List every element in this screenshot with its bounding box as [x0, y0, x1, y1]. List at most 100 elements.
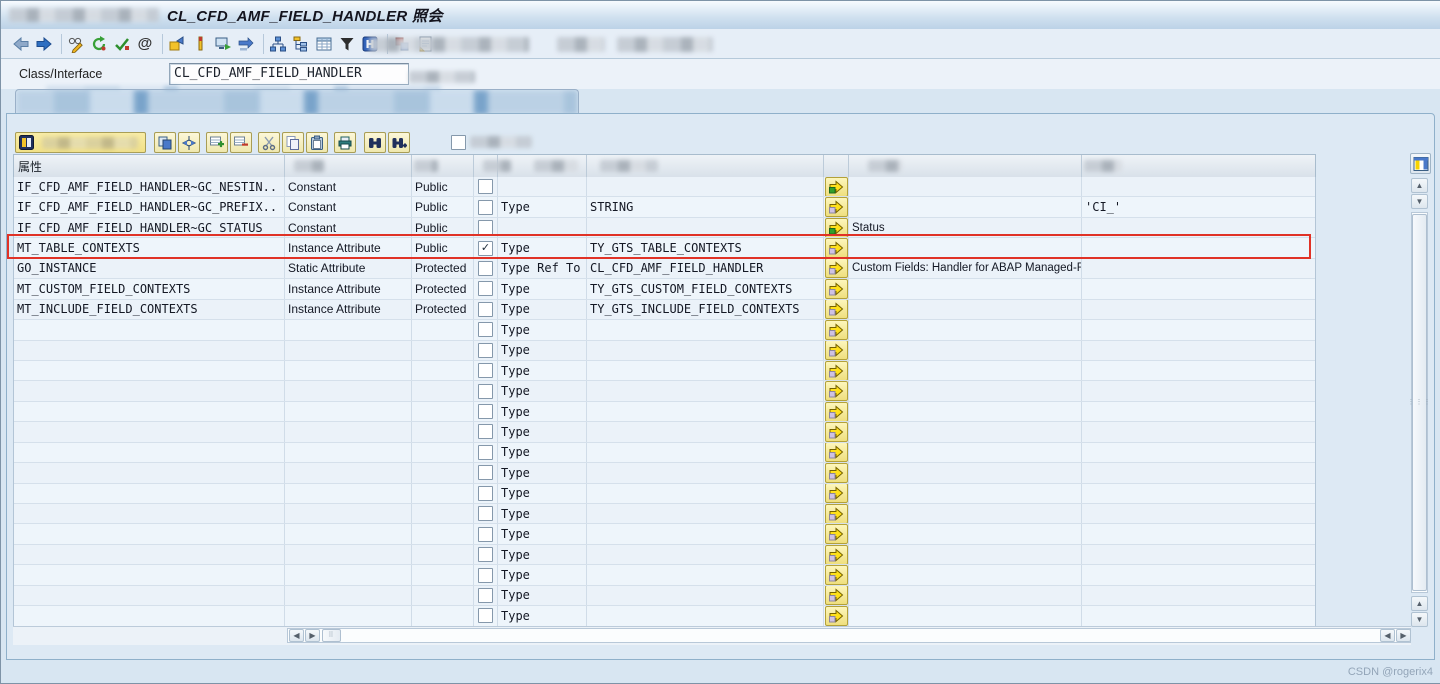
table-row[interactable]: Type: [14, 544, 1315, 566]
table-row[interactable]: Type: [14, 360, 1315, 382]
navigate-type-button[interactable]: [824, 483, 848, 503]
navigate-type-button[interactable]: [824, 606, 848, 626]
table-row[interactable]: IF_CFD_AMF_FIELD_HANDLER~GC_STATUS Const…: [14, 217, 1315, 239]
run-icon[interactable]: [213, 34, 233, 54]
check-icon[interactable]: [112, 34, 132, 54]
scroll-right-button[interactable]: ▶: [305, 629, 320, 642]
readonly-checkbox[interactable]: [478, 301, 493, 317]
scroll-down-button[interactable]: ▼: [1411, 194, 1428, 209]
readonly-checkbox[interactable]: [478, 260, 493, 276]
paste-button[interactable]: [306, 132, 328, 153]
navigate-type-button[interactable]: [824, 340, 848, 360]
navigate-type-button[interactable]: [824, 217, 848, 238]
table-row[interactable]: Type: [14, 320, 1315, 341]
navigate-type-button[interactable]: [824, 422, 848, 442]
find-button[interactable]: [364, 132, 386, 153]
scroll-up-button-bottom[interactable]: ▲: [1411, 596, 1428, 611]
readonly-checkbox[interactable]: [478, 404, 493, 420]
class-hierarchy-icon[interactable]: [268, 34, 288, 54]
navigate-type-button[interactable]: [824, 585, 848, 606]
navigate-type-button[interactable]: [824, 320, 848, 340]
inheritance-icon[interactable]: [291, 34, 311, 54]
column-header-attribute[interactable]: 属性: [14, 155, 285, 177]
table-row[interactable]: IF_CFD_AMF_FIELD_HANDLER~GC_NESTIN.. Con…: [14, 177, 1315, 198]
readonly-checkbox[interactable]: [478, 281, 493, 297]
navigate-type-button[interactable]: [824, 504, 848, 524]
table-row[interactable]: MT_INCLUDE_FIELD_CONTEXTS Instance Attri…: [14, 299, 1315, 321]
filter-checkbox[interactable]: [451, 135, 466, 150]
column-header-navigate[interactable]: [824, 155, 849, 177]
readonly-checkbox[interactable]: [478, 199, 493, 215]
navigate-icon[interactable]: [236, 34, 256, 54]
horizontal-scroll-thumb[interactable]: ⠿: [322, 629, 341, 642]
readonly-checkbox[interactable]: [478, 383, 493, 399]
table-row[interactable]: Type: [14, 565, 1315, 586]
navigate-type-button[interactable]: [824, 238, 848, 258]
scroll-left-button[interactable]: ◀: [289, 629, 304, 642]
scroll-right-button-right[interactable]: ▶: [1396, 629, 1411, 642]
tab-strip[interactable]: [15, 89, 579, 115]
table-row[interactable]: MT_CUSTOM_FIELD_CONTEXTS Instance Attrib…: [14, 279, 1315, 300]
readonly-checkbox[interactable]: [478, 444, 493, 460]
table-row[interactable]: Type: [14, 340, 1315, 361]
swap-button[interactable]: [178, 132, 200, 153]
scroll-up-button[interactable]: ▲: [1411, 178, 1428, 193]
scroll-down-button-bottom[interactable]: ▼: [1411, 612, 1428, 627]
scroll-left-button-right[interactable]: ◀: [1380, 629, 1395, 642]
table-row[interactable]: Type: [14, 401, 1315, 423]
vertical-scroll-thumb[interactable]: ⋮⋮⋮: [1408, 214, 1431, 591]
navigate-type-button[interactable]: [824, 299, 848, 320]
class-interface-input[interactable]: CL_CFD_AMF_FIELD_HANDLER: [169, 63, 409, 85]
readonly-checkbox[interactable]: [478, 485, 493, 501]
navigate-type-button[interactable]: [824, 197, 848, 217]
print-button[interactable]: [334, 132, 356, 153]
activate-icon[interactable]: @: [135, 34, 155, 54]
readonly-checkbox[interactable]: [478, 506, 493, 522]
navigate-type-button[interactable]: [824, 442, 848, 463]
readonly-checkbox[interactable]: [478, 322, 493, 338]
table-row[interactable]: Type: [14, 442, 1315, 464]
readonly-checkbox[interactable]: [478, 526, 493, 542]
table-row[interactable]: Type: [14, 585, 1315, 607]
navigate-type-button[interactable]: [824, 381, 848, 401]
delete-row-button[interactable]: [230, 132, 252, 153]
readonly-checkbox[interactable]: [478, 608, 493, 624]
find-next-button[interactable]: [388, 132, 410, 153]
horizontal-scroll-track[interactable]: [287, 628, 1411, 643]
table-row[interactable]: Type: [14, 483, 1315, 504]
readonly-checkbox[interactable]: [478, 424, 493, 440]
navigate-type-button[interactable]: [824, 279, 848, 299]
readonly-checkbox[interactable]: [478, 363, 493, 379]
navigate-type-button[interactable]: [824, 177, 848, 197]
readonly-checkbox[interactable]: [478, 587, 493, 603]
navigate-type-button[interactable]: [824, 258, 848, 279]
navigate-type-button[interactable]: [824, 360, 848, 381]
readonly-checkbox[interactable]: ✓: [478, 240, 493, 256]
table-row[interactable]: Type: [14, 463, 1315, 484]
table-row[interactable]: Type: [14, 606, 1315, 627]
readonly-checkbox[interactable]: [478, 547, 493, 563]
cut-button[interactable]: [258, 132, 280, 153]
table-row[interactable]: Type: [14, 422, 1315, 443]
table-configuration-button[interactable]: [1410, 153, 1431, 174]
readonly-checkbox[interactable]: [478, 179, 493, 195]
copy-button[interactable]: [282, 132, 304, 153]
table-settings-icon[interactable]: [314, 34, 334, 54]
readonly-checkbox[interactable]: [478, 220, 493, 236]
marker-icon[interactable]: [190, 34, 210, 54]
readonly-checkbox[interactable]: [478, 465, 493, 481]
readonly-checkbox[interactable]: [478, 342, 493, 358]
navigate-type-button[interactable]: [824, 544, 848, 565]
table-row[interactable]: IF_CFD_AMF_FIELD_HANDLER~GC_PREFIX.. Con…: [14, 197, 1315, 218]
display-change-icon[interactable]: [66, 34, 86, 54]
navigate-type-button[interactable]: [824, 463, 848, 483]
insert-row-button[interactable]: [206, 132, 228, 153]
back-icon[interactable]: [11, 34, 31, 54]
table-row[interactable]: GO_INSTANCE Static Attribute Protected T…: [14, 258, 1315, 280]
table-row[interactable]: Type: [14, 504, 1315, 525]
copy-entries-button[interactable]: [154, 132, 176, 153]
forward-icon[interactable]: [34, 34, 54, 54]
refresh-icon[interactable]: [89, 34, 109, 54]
where-used-icon[interactable]: [167, 34, 187, 54]
variant-button[interactable]: [15, 132, 146, 153]
